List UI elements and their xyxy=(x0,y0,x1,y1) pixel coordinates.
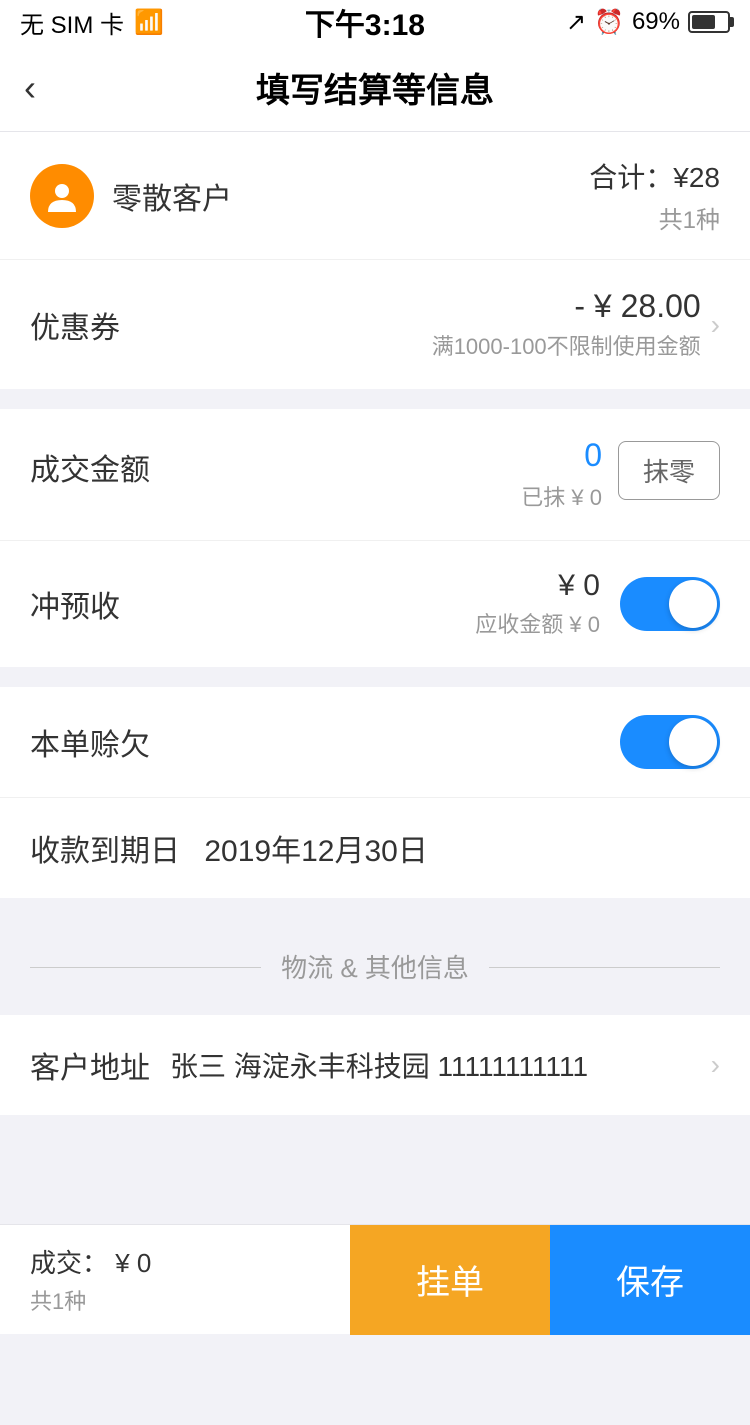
prepay-value-area: ¥ 0 应收金额 ¥ 0 xyxy=(475,569,600,639)
wifi-icon: 📶 xyxy=(134,8,164,37)
prepay-label: 冲预收 xyxy=(30,582,120,626)
prepay-receivable: 应收金额 ¥ 0 xyxy=(475,607,600,639)
status-right: ↗ ⏰ 69% xyxy=(566,8,730,37)
deal-section: 成交金额 0 已抹 ¥ 0 抹零 冲预收 ¥ 0 应收金额 ¥ 0 xyxy=(0,409,750,667)
toggle-knob xyxy=(669,580,717,628)
round-zero-button[interactable]: 抹零 xyxy=(618,441,720,500)
bottom-deal-text: 成交： ¥ 0 xyxy=(30,1243,320,1280)
carrier-text: 无 SIM 卡 xyxy=(20,5,124,40)
address-chevron-icon: › xyxy=(711,1049,720,1081)
divider-1 xyxy=(0,389,750,409)
address-value: 张三 海淀永丰科技园 11111111111 xyxy=(170,1045,711,1085)
debt-toggle[interactable] xyxy=(620,715,720,769)
debt-section: 本单赊欠 收款到期日 2019年12月30日 xyxy=(0,687,750,898)
back-button[interactable]: ‹ xyxy=(24,67,36,109)
deal-already-rounded: 已抹 ¥ 0 xyxy=(521,480,602,512)
nav-bar: ‹ 填写结算等信息 xyxy=(0,44,750,132)
due-date-value: 2019年12月30日 xyxy=(204,835,427,868)
status-bar: 无 SIM 卡 📶 下午3:18 ↗ ⏰ 69% xyxy=(0,0,750,44)
coupon-label: 优惠券 xyxy=(30,303,120,347)
deal-amount-value[interactable]: 0 xyxy=(521,437,602,474)
battery-percent: 69% xyxy=(632,8,680,36)
alarm-icon: ⏰ xyxy=(594,8,624,37)
bottom-bar: 成交： ¥ 0 共1种 挂单 保存 xyxy=(0,1224,750,1334)
customer-summary: 合计：¥28 共1种 xyxy=(589,156,720,235)
prepay-right: ¥ 0 应收金额 ¥ 0 xyxy=(475,569,720,639)
deal-amount-label: 成交金额 xyxy=(30,437,150,489)
debt-row: 本单赊欠 xyxy=(0,687,750,797)
debt-toggle-knob xyxy=(669,718,717,766)
page-title: 填写结算等信息 xyxy=(256,63,494,112)
prepay-row: 冲预收 ¥ 0 应收金额 ¥ 0 xyxy=(0,540,750,667)
avatar xyxy=(30,164,94,228)
location-icon: ↗ xyxy=(566,8,586,37)
address-section: 客户地址 张三 海淀永丰科技园 11111111111 › xyxy=(0,1015,750,1115)
coupon-desc: 满1000-100不限制使用金额 xyxy=(432,329,701,361)
deal-input-area: 0 已抹 ¥ 0 xyxy=(521,437,602,512)
customer-total: 合计：¥28 xyxy=(589,156,720,196)
prepay-amount: ¥ 0 xyxy=(475,569,600,603)
logistics-label: 物流 & 其他信息 xyxy=(261,948,489,985)
coupon-right: - ¥ 28.00 满1000-100不限制使用金额 › xyxy=(432,288,720,361)
debt-label: 本单赊欠 xyxy=(30,720,150,764)
customer-row: 零散客户 合计：¥28 共1种 xyxy=(0,132,750,259)
chevron-right-icon: › xyxy=(711,309,720,341)
deal-amount-row: 成交金额 0 已抹 ¥ 0 抹零 xyxy=(0,409,750,540)
bottom-deal-value: ¥ 0 xyxy=(115,1248,151,1278)
logistics-header: 物流 & 其他信息 xyxy=(0,918,750,1015)
customer-left: 零散客户 xyxy=(30,164,232,228)
customer-count: 共1种 xyxy=(589,200,720,235)
coupon-value: - ¥ 28.00 满1000-100不限制使用金额 xyxy=(432,288,701,361)
due-date-row: 收款到期日 2019年12月30日 xyxy=(0,797,750,898)
hang-button[interactable]: 挂单 xyxy=(350,1225,550,1335)
bottom-count: 共1种 xyxy=(30,1284,320,1316)
coupon-amount: - ¥ 28.00 xyxy=(432,288,701,325)
divider-2 xyxy=(0,667,750,687)
prepay-toggle[interactable] xyxy=(620,577,720,631)
divider-3 xyxy=(0,898,750,918)
address-row[interactable]: 客户地址 张三 海淀永丰科技园 11111111111 › xyxy=(0,1015,750,1115)
due-date-label: 收款到期日 2019年12月30日 xyxy=(30,835,428,868)
address-label: 客户地址 xyxy=(30,1043,150,1087)
deal-right: 0 已抹 ¥ 0 抹零 xyxy=(521,437,720,512)
bottom-summary: 成交： ¥ 0 共1种 xyxy=(0,1243,350,1316)
status-left: 无 SIM 卡 📶 xyxy=(20,5,164,40)
customer-name: 零散客户 xyxy=(112,174,232,218)
battery-icon xyxy=(688,11,730,33)
save-button[interactable]: 保存 xyxy=(550,1225,750,1335)
status-time: 下午3:18 xyxy=(305,0,425,44)
coupon-row[interactable]: 优惠券 - ¥ 28.00 满1000-100不限制使用金额 › xyxy=(0,259,750,389)
